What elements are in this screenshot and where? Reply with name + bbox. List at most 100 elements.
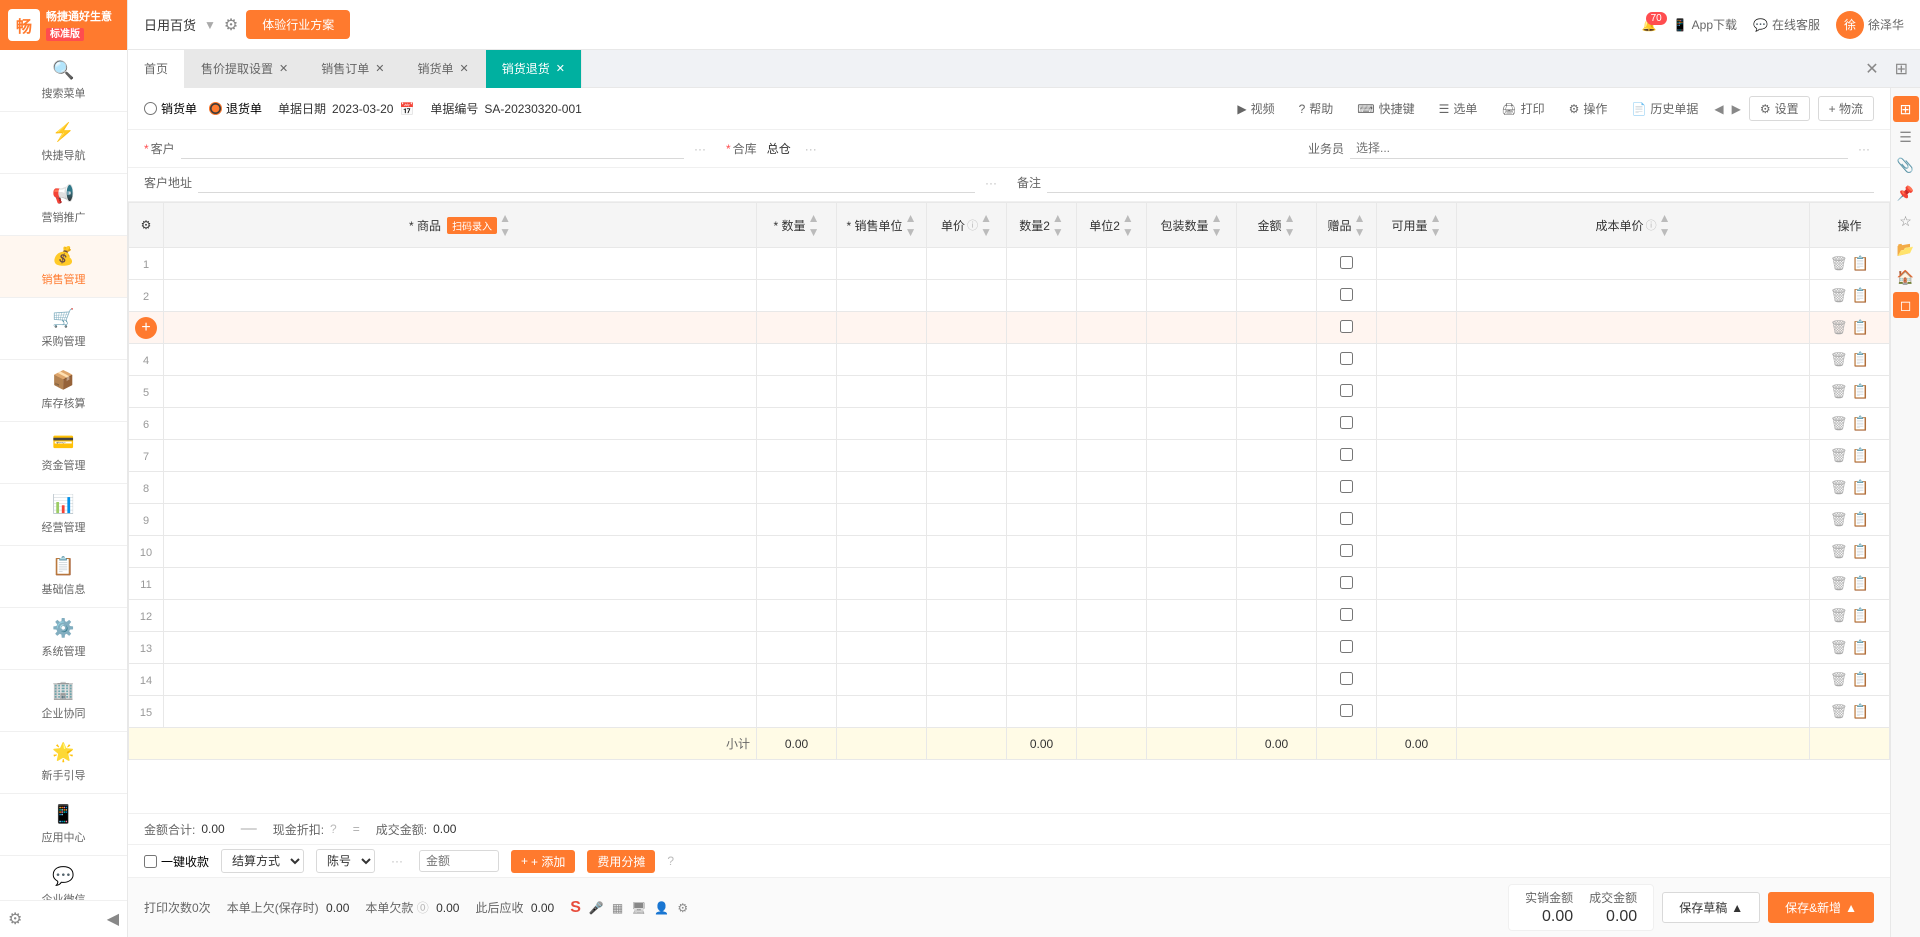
copy-9[interactable]: 📋 xyxy=(1852,511,1869,528)
td-gift-1[interactable] xyxy=(1317,248,1377,280)
gift-checkbox-2[interactable] xyxy=(1340,288,1353,301)
td-pack-2[interactable] xyxy=(1147,280,1237,312)
account-select[interactable]: 陈号 xyxy=(316,849,375,873)
td-qty2-3[interactable] xyxy=(1007,312,1077,344)
discount-help-icon[interactable]: ? xyxy=(330,822,337,836)
sidebar-item-new-guide[interactable]: 🌟 新手引导 xyxy=(0,732,127,794)
td-cost-1[interactable] xyxy=(1457,248,1810,280)
delete-row-1-icon[interactable]: 🗑 xyxy=(1830,255,1848,272)
warehouse-dots-btn[interactable]: ··· xyxy=(801,142,821,156)
radio-return[interactable]: 退货单 xyxy=(209,100,262,117)
help-btn[interactable]: ? 帮助 xyxy=(1291,97,1342,120)
tab-close-all-btn[interactable]: ✕ xyxy=(1861,57,1882,81)
customer-dots-btn[interactable]: ··· xyxy=(690,142,710,156)
sidebar-item-quick-nav[interactable]: ⚡ 快捷导航 xyxy=(0,112,127,174)
settings-icon[interactable]: ⚙ xyxy=(224,15,238,35)
scan-btn[interactable]: 扫码录入 xyxy=(447,217,497,234)
cost-price-info-icon[interactable]: ⓘ xyxy=(1646,217,1657,233)
td-price-1[interactable] xyxy=(927,248,1007,280)
right-panel-orange-icon[interactable]: ◻ xyxy=(1893,292,1919,318)
td-cost-3[interactable] xyxy=(1457,312,1810,344)
del-6[interactable]: 🗑 xyxy=(1830,415,1848,432)
gift-checkbox-3[interactable] xyxy=(1340,320,1353,333)
settings-bottom-icon[interactable]: ⚙ xyxy=(8,909,22,929)
sidebar-item-enterprise-wechat[interactable]: 💬 企业微信 xyxy=(0,856,127,900)
right-panel-star-icon[interactable]: ☆ xyxy=(1893,208,1919,234)
gift-checkbox-11[interactable] xyxy=(1340,576,1353,589)
del-12[interactable]: 🗑 xyxy=(1830,607,1848,624)
copy-7[interactable]: 📋 xyxy=(1852,447,1869,464)
copy-5[interactable]: 📋 xyxy=(1852,383,1869,400)
add-payment-btn[interactable]: + + 添加 xyxy=(511,850,575,873)
td-unit2-3[interactable] xyxy=(1077,312,1147,344)
account-dots-btn[interactable]: ··· xyxy=(387,854,407,868)
address-dots-btn[interactable]: ··· xyxy=(981,176,1001,190)
settings-icon2[interactable]: ⚙ xyxy=(677,901,688,915)
shortcuts-btn[interactable]: ⌨ 快捷键 xyxy=(1349,97,1422,120)
history-btn[interactable]: 📄 历史单据 xyxy=(1623,97,1706,120)
right-panel-home-icon[interactable]: 🏠 xyxy=(1893,264,1919,290)
copy-6[interactable]: 📋 xyxy=(1852,415,1869,432)
copy-12[interactable]: 📋 xyxy=(1852,607,1869,624)
del-15[interactable]: 🗑 xyxy=(1830,703,1848,720)
sidebar-item-app-center[interactable]: 📱 应用中心 xyxy=(0,794,127,856)
customer-input[interactable] xyxy=(181,138,684,159)
online-service-btn[interactable]: 💬 在线客服 xyxy=(1753,16,1820,33)
radio-sales[interactable]: 销货单 xyxy=(144,100,197,117)
del-8[interactable]: 🗑 xyxy=(1830,479,1848,496)
sidebar-item-basic-info[interactable]: 📋 基础信息 xyxy=(0,546,127,608)
tab-close-sales-delivery[interactable]: ✕ xyxy=(460,62,469,75)
print-btn[interactable]: 🖨 打印 xyxy=(1493,97,1552,120)
gift-checkbox-15[interactable] xyxy=(1340,704,1353,717)
copy-row-3-icon[interactable]: 📋 xyxy=(1852,319,1869,336)
td-product-2[interactable] xyxy=(164,280,757,312)
td-pack-1[interactable] xyxy=(1147,248,1237,280)
radio-input-sales[interactable] xyxy=(144,102,157,115)
person-icon[interactable]: 👤 xyxy=(654,901,669,915)
copy-11[interactable]: 📋 xyxy=(1852,575,1869,592)
experience-button[interactable]: 体验行业方案 xyxy=(246,10,350,39)
td-sales-unit-1[interactable] xyxy=(837,248,927,280)
td-available-3[interactable] xyxy=(1377,312,1457,344)
nav-next-icon[interactable]: ▶ xyxy=(1732,102,1741,116)
td-sales-unit-3[interactable] xyxy=(837,312,927,344)
right-panel-folder-icon[interactable]: 📂 xyxy=(1893,236,1919,262)
microphone-icon[interactable]: 🎤 xyxy=(589,901,604,915)
radio-input-return[interactable] xyxy=(209,102,222,115)
delete-row-2-icon[interactable]: 🗑 xyxy=(1830,287,1848,304)
sidebar-item-finance[interactable]: 💳 资金管理 xyxy=(0,422,127,484)
del-5[interactable]: 🗑 xyxy=(1830,383,1848,400)
td-price-2[interactable] xyxy=(927,280,1007,312)
td-amount-2[interactable] xyxy=(1237,280,1317,312)
expense-split-btn[interactable]: 费用分摊 xyxy=(587,850,655,873)
gift-checkbox-12[interactable] xyxy=(1340,608,1353,621)
one-click-payment-checkbox[interactable] xyxy=(144,855,157,868)
sidebar-item-enterprise[interactable]: 🏢 企业协同 xyxy=(0,670,127,732)
operate-btn[interactable]: ⚙ 操作 xyxy=(1561,97,1616,120)
td-qty2-2[interactable] xyxy=(1007,280,1077,312)
salesperson-input[interactable] xyxy=(1350,138,1848,159)
tab-sales-order[interactable]: 销售订单 ✕ xyxy=(305,50,401,88)
copy-row-1-icon[interactable]: 📋 xyxy=(1852,255,1869,272)
td-amount-3[interactable] xyxy=(1237,312,1317,344)
th-gear[interactable]: ⚙ xyxy=(129,203,164,248)
calendar-icon[interactable]: 📅 xyxy=(399,102,414,116)
tab-close-sales-order[interactable]: ✕ xyxy=(375,62,384,75)
tab-price-settings[interactable]: 售价提取设置 ✕ xyxy=(185,50,305,88)
address-input[interactable] xyxy=(198,172,975,193)
copy-14[interactable]: 📋 xyxy=(1852,671,1869,688)
sidebar-item-sys-mgmt[interactable]: ⚙️ 系统管理 xyxy=(0,608,127,670)
td-qty-3[interactable] xyxy=(757,312,837,344)
save-new-button[interactable]: 保存&新增 ▲ xyxy=(1768,892,1874,923)
del-14[interactable]: 🗑 xyxy=(1830,671,1848,688)
copy-13[interactable]: 📋 xyxy=(1852,639,1869,656)
del-11[interactable]: 🗑 xyxy=(1830,575,1848,592)
td-qty-1[interactable] xyxy=(757,248,837,280)
one-click-payment-label[interactable]: 一键收款 xyxy=(144,853,209,870)
copy-row-2-icon[interactable]: 📋 xyxy=(1852,287,1869,304)
gift-checkbox-14[interactable] xyxy=(1340,672,1353,685)
settlement-method-select[interactable]: 结算方式 xyxy=(221,849,304,873)
gift-checkbox-1[interactable] xyxy=(1340,256,1353,269)
gift-checkbox-4[interactable] xyxy=(1340,352,1353,365)
amount-input[interactable] xyxy=(419,850,499,872)
